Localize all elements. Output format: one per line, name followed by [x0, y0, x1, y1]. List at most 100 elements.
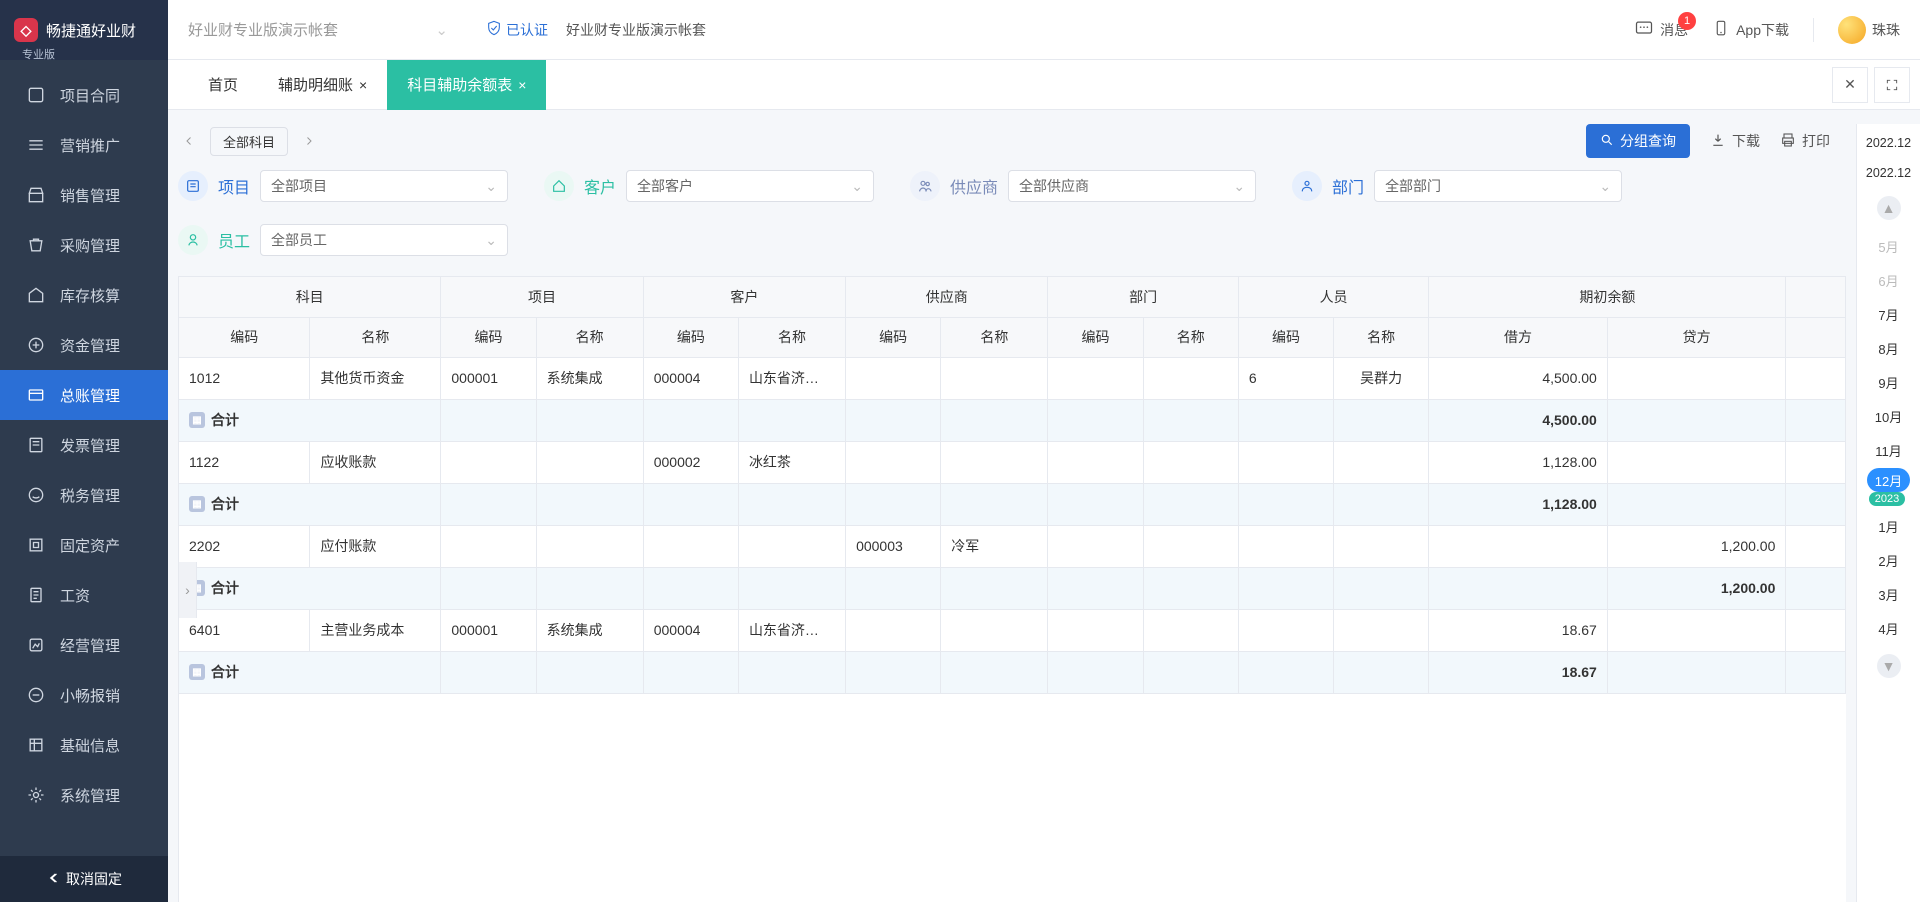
menu-icon: [26, 535, 46, 555]
table-row[interactable]: 1012 其他货币资金 000001 系统集成 000004 山东省济… 6 吴…: [179, 357, 1846, 399]
month-item[interactable]: 2月: [1878, 544, 1898, 576]
tabs-row: 首页辅助明细账× 科目辅助余额表 × ✕: [168, 60, 1920, 110]
tab-close-icon[interactable]: ×: [359, 77, 367, 93]
print-button[interactable]: 打印: [1780, 131, 1830, 151]
total-label: 合计: [211, 410, 239, 430]
sidebar-pin-toggle[interactable]: 取消固定: [0, 856, 168, 902]
period-up-button[interactable]: ▲: [1877, 196, 1901, 220]
sidebar-item-5[interactable]: 资金管理: [0, 320, 168, 370]
menu-icon: [26, 85, 46, 105]
cell-supplier-name: 冷军: [941, 525, 1048, 567]
cell-dept-code: [1048, 525, 1143, 567]
menu-icon: [26, 585, 46, 605]
month-item[interactable]: 10月: [1875, 400, 1902, 432]
employee-icon: [178, 225, 208, 255]
cell-customer-name: 山东省济…: [738, 357, 845, 399]
month-item[interactable]: 8月: [1878, 332, 1898, 364]
table-row[interactable]: ▦合计 4,500.00: [179, 399, 1846, 441]
breadcrumb-fwd-button[interactable]: [298, 130, 320, 152]
data-table-wrap[interactable]: ›: [178, 276, 1846, 902]
chevron-down-icon: ⌄: [1233, 178, 1245, 195]
cell-person-code: [1238, 525, 1333, 567]
tab-2[interactable]: 科目辅助余额表 ×: [387, 60, 546, 110]
download-icon: [1710, 132, 1726, 151]
month-item[interactable]: 7月: [1878, 298, 1898, 330]
table-row[interactable]: 2202 应付账款 000003 冷军 1,200.00: [179, 525, 1846, 567]
month-item[interactable]: 11月: [1875, 434, 1902, 466]
month-item: 5月: [1878, 230, 1898, 262]
cell-debit: [1429, 525, 1608, 567]
tab-close-icon[interactable]: ×: [518, 77, 526, 93]
sidebar-item-2[interactable]: 销售管理: [0, 170, 168, 220]
sidebar-item-11[interactable]: 经营管理: [0, 620, 168, 670]
cell-supplier-code: [846, 609, 941, 651]
breadcrumb-back-button[interactable]: [178, 130, 200, 152]
account-picker[interactable]: 好业财专业版演示帐套 ⌄: [188, 19, 448, 40]
th-customer: 客户: [643, 277, 845, 317]
project-icon: [178, 171, 208, 201]
sidebar-item-0[interactable]: 项目合同: [0, 70, 168, 120]
filter-customer-select[interactable]: 全部客户⌄: [626, 170, 874, 202]
menu-item-label: 营销推广: [60, 135, 120, 156]
app-download-button[interactable]: App下载: [1712, 19, 1789, 40]
table-row[interactable]: ▦合计 1,128.00: [179, 483, 1846, 525]
cell-subject-name: 其他货币资金: [310, 357, 441, 399]
fullscreen-button[interactable]: [1874, 67, 1910, 103]
brand-name: 畅捷通好业财: [46, 20, 136, 41]
th-project: 项目: [441, 277, 643, 317]
period-down-button[interactable]: ▼: [1877, 654, 1901, 678]
cell-credit: [1607, 483, 1786, 525]
customer-icon: [544, 171, 574, 201]
month-item[interactable]: 3月: [1878, 578, 1898, 610]
sidebar-item-13[interactable]: 基础信息: [0, 720, 168, 770]
table-row[interactable]: 1122 应收账款 000002 冰红茶 1,128.00: [179, 441, 1846, 483]
messages-badge: 1: [1678, 12, 1696, 30]
filter-supplier-select[interactable]: 全部供应商⌄: [1008, 170, 1256, 202]
cell-dept-name: [1143, 357, 1238, 399]
menu-item-label: 资金管理: [60, 335, 120, 356]
sidebar-item-8[interactable]: 税务管理: [0, 470, 168, 520]
table-scroll-right-button[interactable]: ›: [179, 562, 197, 618]
close-all-tabs-button[interactable]: ✕: [1832, 67, 1868, 103]
month-item[interactable]: 12月: [1867, 468, 1910, 492]
filter-employee-select[interactable]: 全部员工⌄: [260, 224, 508, 256]
sidebar-item-6[interactable]: 总账管理: [0, 370, 168, 420]
messages-button[interactable]: 消息 1: [1634, 18, 1688, 41]
period-from[interactable]: 2022.12: [1866, 130, 1911, 156]
month-item[interactable]: 1月: [1878, 510, 1898, 542]
sidebar-item-12[interactable]: 小畅报销: [0, 670, 168, 720]
sidebar-item-10[interactable]: 工资: [0, 570, 168, 620]
sidebar-item-7[interactable]: 发票管理: [0, 420, 168, 470]
table-row[interactable]: 6401 主营业务成本 000001 系统集成 000004 山东省济… 18.…: [179, 609, 1846, 651]
sidebar-item-14[interactable]: 系统管理: [0, 770, 168, 820]
print-icon: [1780, 132, 1796, 151]
download-button[interactable]: 下载: [1710, 131, 1760, 151]
tab-0[interactable]: 首页: [188, 60, 258, 110]
cell-subject-name: 主营业务成本: [310, 609, 441, 651]
sidebar-item-4[interactable]: 库存核算: [0, 270, 168, 320]
user-menu[interactable]: 珠珠: [1838, 16, 1900, 44]
cell-credit: 1,200.00: [1607, 525, 1786, 567]
user-name: 珠珠: [1872, 20, 1900, 40]
filter-department-select[interactable]: 全部部门⌄: [1374, 170, 1622, 202]
breadcrumb-current[interactable]: 全部科目: [210, 127, 288, 156]
verified-label: 已认证: [506, 20, 548, 40]
sidebar-item-9[interactable]: 固定资产: [0, 520, 168, 570]
month-item[interactable]: 9月: [1878, 366, 1898, 398]
tab-label: 科目辅助余额表: [407, 74, 512, 95]
account-picker-placeholder: 好业财专业版演示帐套: [188, 19, 338, 40]
month-item[interactable]: 4月: [1878, 612, 1898, 644]
period-to[interactable]: 2022.12: [1866, 160, 1911, 186]
cell-supplier-code: [846, 441, 941, 483]
cell-customer-name: 冰红茶: [738, 441, 845, 483]
sum-icon: ▦: [189, 664, 205, 680]
table-row[interactable]: ▦合计 18.67: [179, 651, 1846, 693]
sidebar-item-3[interactable]: 采购管理: [0, 220, 168, 270]
th-department: 部门: [1048, 277, 1238, 317]
brand-sub: 专业版: [0, 46, 168, 62]
table-row[interactable]: ▦合计 1,200.00: [179, 567, 1846, 609]
filter-project-select[interactable]: 全部项目⌄: [260, 170, 508, 202]
tab-1[interactable]: 辅助明细账×: [258, 60, 387, 110]
sidebar-item-1[interactable]: 营销推广: [0, 120, 168, 170]
group-query-button[interactable]: 分组查询: [1586, 124, 1690, 158]
